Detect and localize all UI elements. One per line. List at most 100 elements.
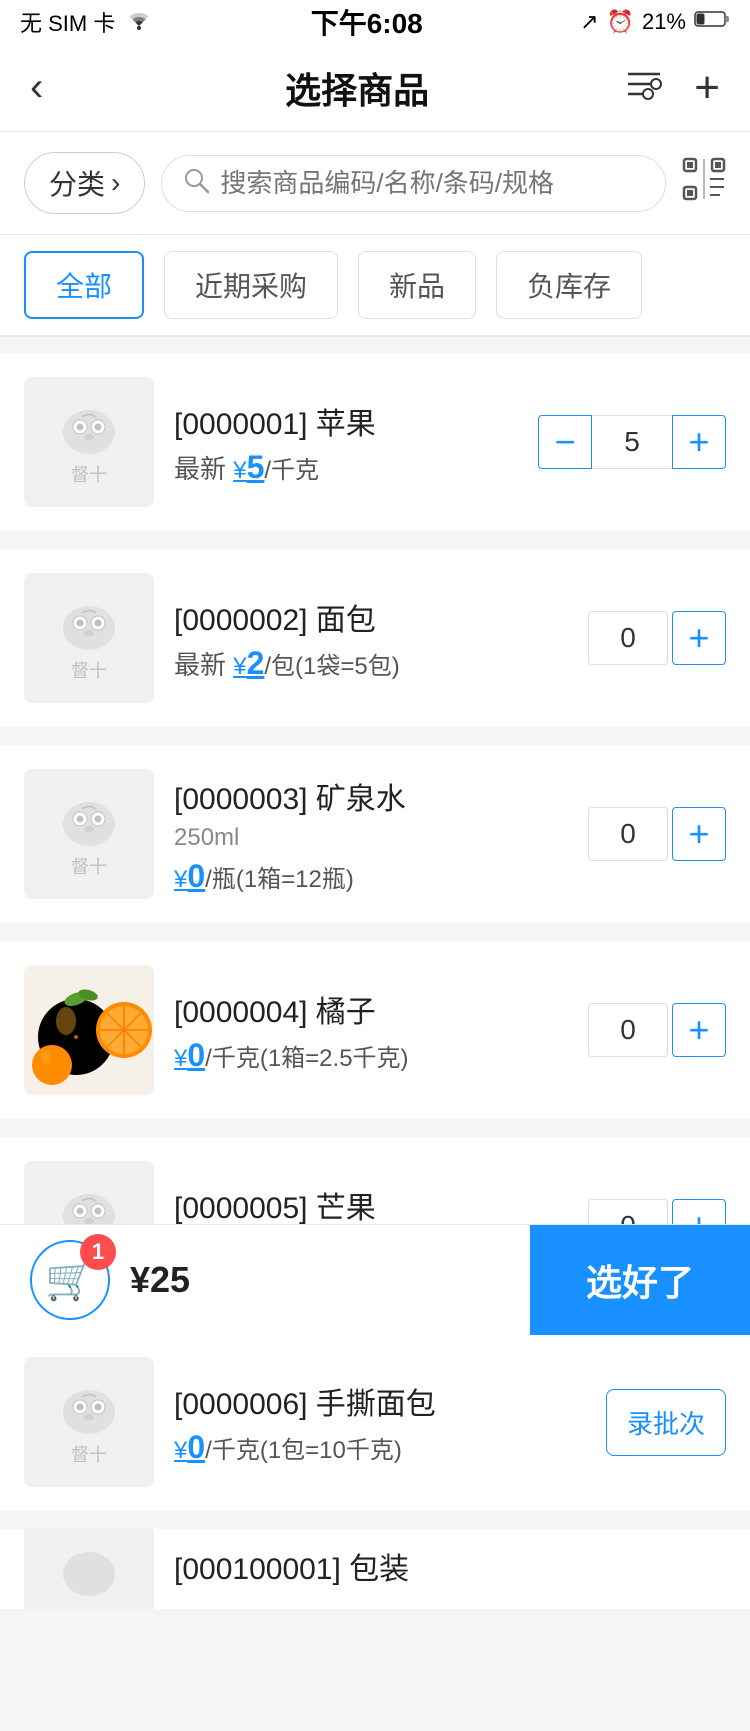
- product-spec: 250ml: [174, 824, 568, 852]
- brand-label: 督十: [71, 657, 107, 683]
- quantity-control: +: [588, 1003, 726, 1057]
- wifi-icon: [125, 8, 153, 36]
- price-value: 0: [187, 858, 205, 894]
- orange-image: [24, 965, 154, 1095]
- filter-bar: 分类 ›: [0, 132, 750, 235]
- product-price-line: ¥0/千克(1箱=2.5千克): [174, 1037, 568, 1074]
- alarm-icon: ⏰: [607, 9, 634, 35]
- product-image: [24, 1529, 154, 1609]
- placeholder-owl: 督十: [54, 789, 124, 879]
- status-right: ↗ ⏰ 21%: [580, 9, 730, 35]
- price-value: 0: [187, 1037, 205, 1073]
- product-item: 督十 [0000002] 面包 最新 ¥2/包(1袋=5包) +: [0, 549, 750, 727]
- price-unit: /瓶(1箱=12瓶): [205, 866, 354, 893]
- product-info: [0000004] 橘子 ¥0/千克(1箱=2.5千克): [174, 987, 568, 1074]
- price-value: 2: [247, 645, 265, 681]
- add-icon[interactable]: +: [694, 63, 720, 113]
- page-title: 选择商品: [90, 62, 624, 114]
- quantity-plus-button[interactable]: +: [672, 415, 726, 469]
- placeholder-owl: 督十: [54, 593, 124, 683]
- product-info: [000100001] 包装: [174, 1544, 726, 1594]
- product-list: 督十 [0000001] 苹果 最新 ¥5/千克 − +: [0, 353, 750, 1609]
- product-code-name: [0000004] 橘子: [174, 987, 568, 1031]
- quantity-control: +: [588, 611, 726, 665]
- cart-section: 🛒 1 ¥25: [0, 1240, 530, 1320]
- carrier-text: 无 SIM 卡: [20, 6, 115, 38]
- product-item: [0000004] 橘子 ¥0/千克(1箱=2.5千克) +: [0, 941, 750, 1119]
- status-time: 下午6:08: [311, 2, 423, 42]
- product-code-name: [0000005] 芒果: [174, 1183, 568, 1227]
- product-info: [0000003] 矿泉水 250ml ¥0/瓶(1箱=12瓶): [174, 774, 568, 895]
- product-price-line: 最新 ¥5/千克: [174, 449, 518, 486]
- status-bar: 无 SIM 卡 下午6:08 ↗ ⏰ 21%: [0, 0, 750, 44]
- record-batch-button[interactable]: 录批次: [606, 1389, 726, 1456]
- nav-actions: +: [624, 63, 720, 113]
- section-divider: [0, 729, 750, 745]
- price-currency: ¥: [174, 1437, 187, 1464]
- quantity-control: +: [588, 807, 726, 861]
- filter-icon[interactable]: [624, 66, 664, 109]
- category-arrow: ›: [111, 167, 120, 199]
- placeholder-owl: 督十: [54, 1377, 124, 1467]
- bottom-spacer: [0, 1611, 750, 1731]
- tab-bar: 全部 近期采购 新品 负库存: [0, 235, 750, 337]
- price-unit: /包(1袋=5包): [264, 653, 399, 680]
- quantity-input[interactable]: [588, 611, 668, 665]
- product-image: [24, 965, 154, 1095]
- tab-negative[interactable]: 负库存: [496, 251, 642, 319]
- section-divider: [0, 533, 750, 549]
- cart-total: ¥25: [130, 1259, 190, 1301]
- product-item: 督十 [0000003] 矿泉水 250ml ¥0/瓶(1箱=12瓶) +: [0, 745, 750, 923]
- product-image: 督十: [24, 769, 154, 899]
- product-code-name: [000100001] 包装: [174, 1544, 726, 1588]
- product-item: [000100001] 包装: [0, 1529, 750, 1609]
- nav-bar: ‹ 选择商品 +: [0, 44, 750, 132]
- product-code-name: [0000001] 苹果: [174, 399, 518, 443]
- category-button[interactable]: 分类 ›: [24, 152, 145, 214]
- quantity-plus-button[interactable]: +: [672, 1003, 726, 1057]
- search-box: [161, 155, 666, 212]
- section-divider: [0, 1121, 750, 1137]
- price-label: 最新: [174, 650, 233, 680]
- product-code-name: [0000002] 面包: [174, 595, 568, 639]
- price-value: 5: [247, 449, 265, 485]
- battery-icon: [694, 9, 730, 35]
- search-input[interactable]: [220, 168, 645, 199]
- price-unit: /千克: [264, 457, 319, 484]
- cart-badge: 1: [80, 1234, 116, 1270]
- price-unit: /千克(1包=10千克): [205, 1437, 402, 1464]
- back-button[interactable]: ‹: [30, 65, 90, 110]
- product-item: 督十 [0000001] 苹果 最新 ¥5/千克 − +: [0, 353, 750, 531]
- tab-new[interactable]: 新品: [358, 251, 476, 319]
- section-divider: [0, 925, 750, 941]
- product-item: 督十 [0000006] 手撕面包 ¥0/千克(1包=10千克) 录批次: [0, 1333, 750, 1511]
- quantity-plus-button[interactable]: +: [672, 611, 726, 665]
- search-icon: [182, 166, 210, 201]
- scan-icon[interactable]: [682, 157, 726, 210]
- quantity-minus-button[interactable]: −: [538, 415, 592, 469]
- price-currency: ¥: [174, 1045, 187, 1072]
- quantity-plus-button[interactable]: +: [672, 807, 726, 861]
- quantity-input[interactable]: [592, 415, 672, 469]
- quantity-input[interactable]: [588, 807, 668, 861]
- quantity-control: − +: [538, 415, 726, 469]
- price-currency: ¥: [174, 866, 187, 893]
- price-currency: ¥: [233, 653, 246, 680]
- location-icon: ↗: [580, 9, 598, 35]
- tab-all[interactable]: 全部: [24, 251, 144, 319]
- brand-label: 督十: [71, 461, 107, 487]
- cart-icon-wrap[interactable]: 🛒 1: [30, 1240, 110, 1320]
- bottom-bar: 🛒 1 ¥25 选好了: [0, 1224, 750, 1334]
- placeholder-owl: 督十: [54, 397, 124, 487]
- tab-recent[interactable]: 近期采购: [164, 251, 338, 319]
- product-image: 督十: [24, 573, 154, 703]
- status-left: 无 SIM 卡: [20, 6, 153, 38]
- product-price-line: ¥0/瓶(1箱=12瓶): [174, 858, 568, 895]
- price-label: 最新: [174, 454, 233, 484]
- product-code-name: [0000003] 矿泉水: [174, 774, 568, 818]
- confirm-button[interactable]: 选好了: [530, 1225, 750, 1335]
- price-unit: /千克(1箱=2.5千克): [205, 1045, 408, 1072]
- quantity-input[interactable]: [588, 1003, 668, 1057]
- price-value: 0: [187, 1429, 205, 1465]
- product-info: [0000001] 苹果 最新 ¥5/千克: [174, 399, 518, 486]
